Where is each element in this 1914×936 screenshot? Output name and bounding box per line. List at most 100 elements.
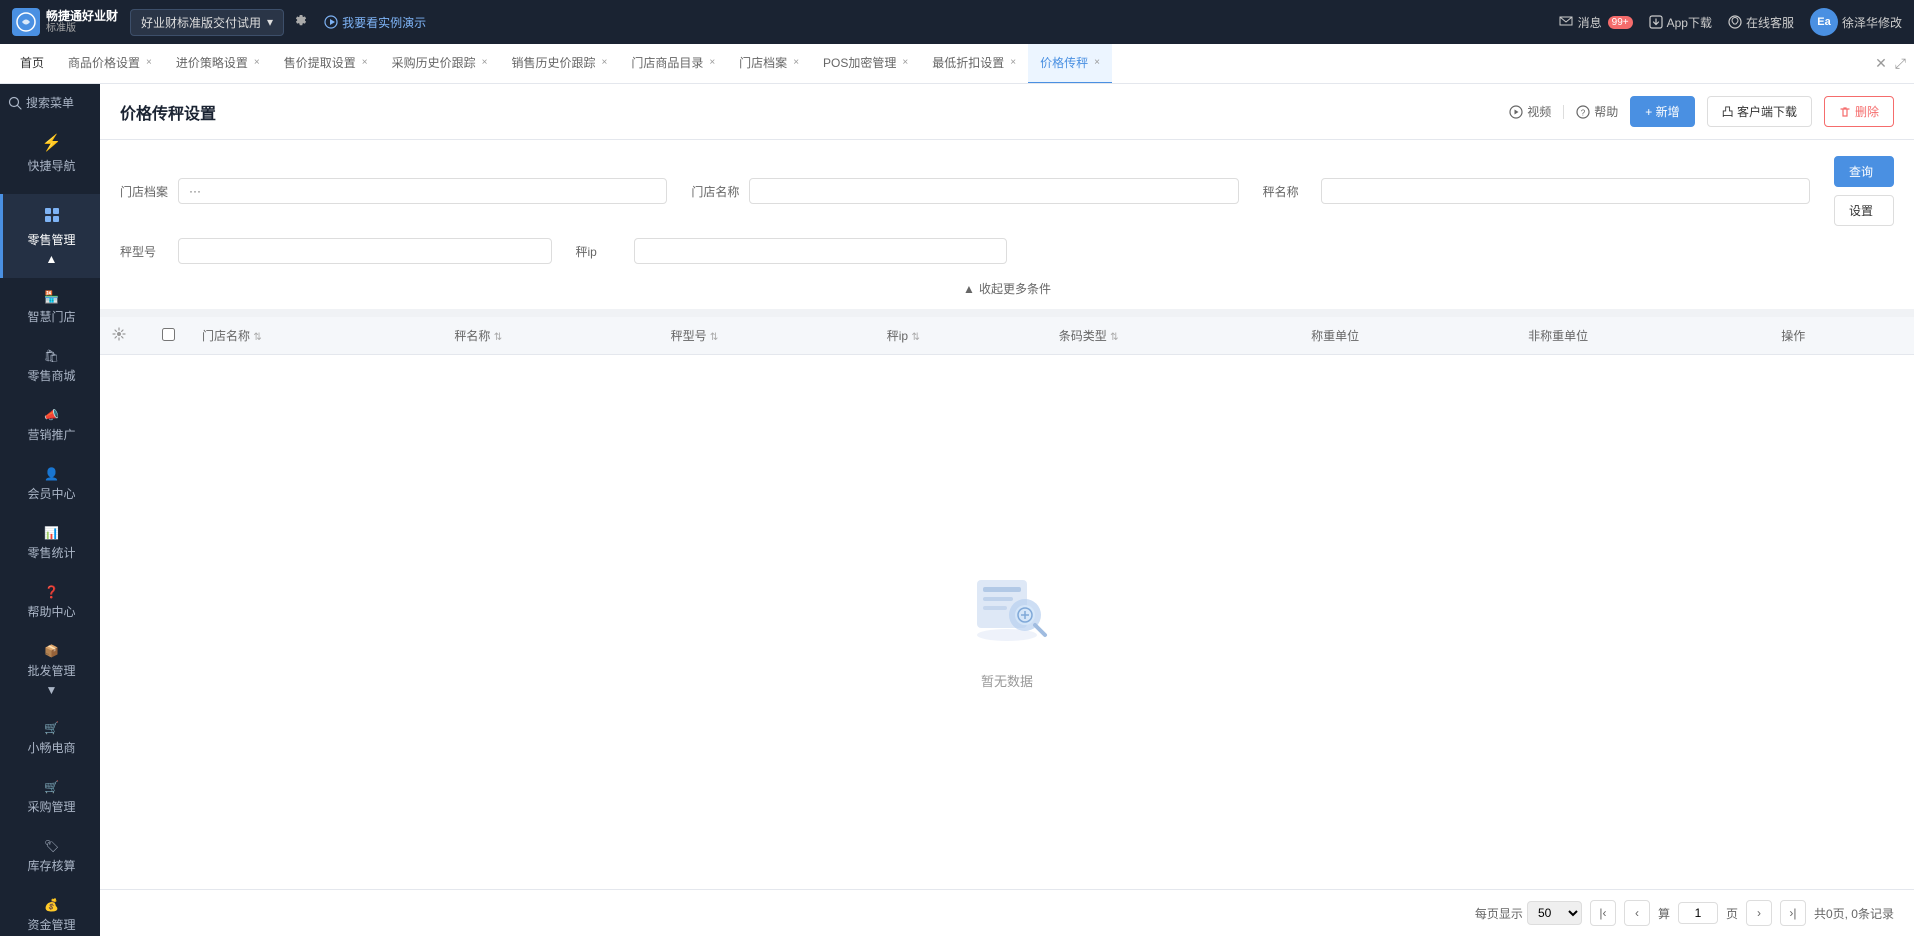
page-header-actions: 视频 ? 帮助 + 新增 凸 客户端下载 删除 [1509,96,1894,127]
page-size-select: 每页显示 50 10 20 100 [1475,901,1582,925]
purchase-mgmt-icon: 🛒 [44,780,59,794]
total-records-text: 共0页, 0条记录 [1814,905,1894,922]
sidebar-item-retail-stats[interactable]: 📊 零售统计 [0,514,100,573]
store-name-input[interactable] [749,178,1238,204]
select-all-checkbox[interactable] [162,328,175,341]
export-button[interactable]: 凸 客户端下载 [1707,96,1812,127]
tab-purchase-strategy[interactable]: 进价策略设置 × [164,44,272,84]
th-scale-ip[interactable]: 秤ip ⇅ [875,317,1047,355]
inventory-icon: 🏷 [44,839,59,853]
tab-close-window-icon[interactable]: ✕ [1875,55,1887,72]
filter-section: 门店档案 ··· 门店名称 秤名称 查询 [100,140,1914,309]
scale-model-label: 秤型号 [120,243,170,260]
tab-pos-encrypt[interactable]: POS加密管理 × [811,44,920,84]
online-service-button[interactable]: 在线客服 [1728,14,1794,31]
tab-close-pos-encrypt[interactable]: × [902,57,908,68]
empty-text: 暂无数据 [981,671,1033,690]
svg-text:?: ? [1581,108,1586,117]
next-page-button[interactable]: › [1746,900,1772,926]
tab-close-goods-price[interactable]: × [146,57,152,68]
page-size-dropdown[interactable]: 50 10 20 100 [1527,901,1582,925]
th-settings [100,317,150,355]
tab-close-price-scale[interactable]: × [1094,57,1100,68]
tab-expand-icon[interactable]: ⤢ [1895,55,1906,72]
scale-ip-input[interactable] [634,238,1008,264]
tab-store-files[interactable]: 门店档案 × [727,44,811,84]
sidebar-item-purchase-mgmt[interactable]: 🛒 采购管理 [0,768,100,827]
video-help-link[interactable]: 视频 [1509,103,1551,120]
th-checkbox [150,317,190,355]
sidebar-item-member-center[interactable]: 👤 会员中心 [0,455,100,514]
sidebar-item-xiaochang-ec[interactable]: 🛒 小畅电商 [0,709,100,768]
empty-state-icon [957,555,1057,655]
tab-purchase-history[interactable]: 采购历史价跟踪 × [380,44,500,84]
th-store-name[interactable]: 门店名称 ⇅ [190,317,442,355]
help-center-icon: ❓ [44,585,59,599]
sidebar-item-retail-mall[interactable]: 🛍 零售商城 [0,337,100,396]
topbar-settings-button[interactable] [292,12,308,33]
tab-close-purchase-history[interactable]: × [482,57,488,68]
finance-icon: 💰 [44,898,59,912]
retail-stats-icon: 📊 [44,526,59,540]
tab-price-scale[interactable]: 价格传秤 × [1028,44,1112,84]
tab-sale-price[interactable]: 售价提取设置 × [272,44,380,84]
sidebar-item-inventory[interactable]: 🏷 库存核算 [0,827,100,886]
sidebar-search[interactable]: 搜索菜单 [0,84,100,121]
content-area: 价格传秤设置 视频 ? 帮助 + 新增 凸 客户 [100,84,1914,936]
app-logo: 畅捷通好业财 标准版 [12,8,118,36]
tab-close-sale-price[interactable]: × [362,57,368,68]
tab-min-discount[interactable]: 最低折扣设置 × [920,44,1028,84]
sidebar-item-quick-nav[interactable]: ⚡ 快捷导航 [0,121,100,186]
page-size-label: 每页显示 [1475,905,1523,922]
sidebar-item-wholesale-mgmt[interactable]: 📦 批发管理 ▼ [0,632,100,709]
retail-mgmt-arrow-icon: ▲ [46,252,58,266]
chevron-down-icon: ▾ [267,15,273,29]
tab-bar: 首页 商品价格设置 × 进价策略设置 × 售价提取设置 × 采购历史价跟踪 × … [0,44,1914,84]
sidebar-item-marketing[interactable]: 📣 营销推广 [0,396,100,455]
tab-close-sales-history[interactable]: × [601,57,607,68]
store-file-selector[interactable]: ··· [178,178,667,204]
version-selector[interactable]: 好业财标准版交付试用 ▾ [130,9,284,36]
sidebar-item-retail-mgmt[interactable]: 零售管理 ▲ [0,194,100,278]
scale-ip-sort-icon: ⇅ [911,332,919,343]
sidebar-item-help-center[interactable]: ❓ 帮助中心 [0,573,100,632]
store-name-sort-icon: ⇅ [253,332,261,343]
help-link[interactable]: ? 帮助 [1576,103,1618,120]
add-button[interactable]: + 新增 [1630,96,1694,127]
app-logo-icon [12,8,40,36]
table-header-row: 门店名称 ⇅ 秤名称 ⇅ 秤型号 ⇅ 秤ip ⇅ [100,317,1914,355]
user-menu-button[interactable]: Ea 徐泽华修改 [1810,8,1902,36]
scale-name-input[interactable] [1321,178,1810,204]
sidebar-item-smart-store[interactable]: 🏪 智慧门店 [0,278,100,337]
page-title: 价格传秤设置 [120,100,216,124]
filter-scale-name: 秤名称 [1263,178,1810,204]
tab-sales-history[interactable]: 销售历史价跟踪 × [499,44,619,84]
setup-button[interactable]: 设置 [1834,195,1894,226]
sidebar-item-finance[interactable]: 💰 资金管理 [0,886,100,936]
tab-home[interactable]: 首页 [8,44,56,84]
tab-close-store-catalog[interactable]: × [709,57,715,68]
tab-close-min-discount[interactable]: × [1010,57,1016,68]
wholesale-mgmt-icon: 📦 [44,644,59,658]
app-download-button[interactable]: App下载 [1649,14,1712,31]
sidebar: 搜索菜单 ⚡ 快捷导航 零售管理 ▲ 🏪 智慧门店 🛍 零售商城 📣 营销推广 … [0,84,100,936]
collapse-button[interactable]: ▲ 收起更多条件 [963,280,1051,297]
tab-close-store-files[interactable]: × [793,57,799,68]
tab-store-catalog[interactable]: 门店商品目录 × [619,44,727,84]
first-page-button[interactable]: |‹ [1590,900,1616,926]
messages-button[interactable]: 消息 99+ [1558,14,1633,31]
last-page-button[interactable]: ›| [1780,900,1806,926]
th-scale-model[interactable]: 秤型号 ⇅ [659,317,875,355]
delete-button[interactable]: 删除 [1824,96,1894,127]
scale-model-input[interactable] [178,238,552,264]
query-button[interactable]: 查询 [1834,156,1894,187]
page-number-input[interactable] [1678,902,1718,924]
th-non-weight-unit: 非称重单位 [1516,317,1769,355]
th-barcode-type[interactable]: 条码类型 ⇅ [1047,317,1299,355]
tab-goods-price[interactable]: 商品价格设置 × [56,44,164,84]
store-file-label: 门店档案 [120,183,170,200]
demo-link[interactable]: 我要看实例演示 [324,14,426,31]
tab-close-purchase-strategy[interactable]: × [254,57,260,68]
prev-page-button[interactable]: ‹ [1624,900,1650,926]
th-scale-name[interactable]: 秤名称 ⇅ [442,317,658,355]
